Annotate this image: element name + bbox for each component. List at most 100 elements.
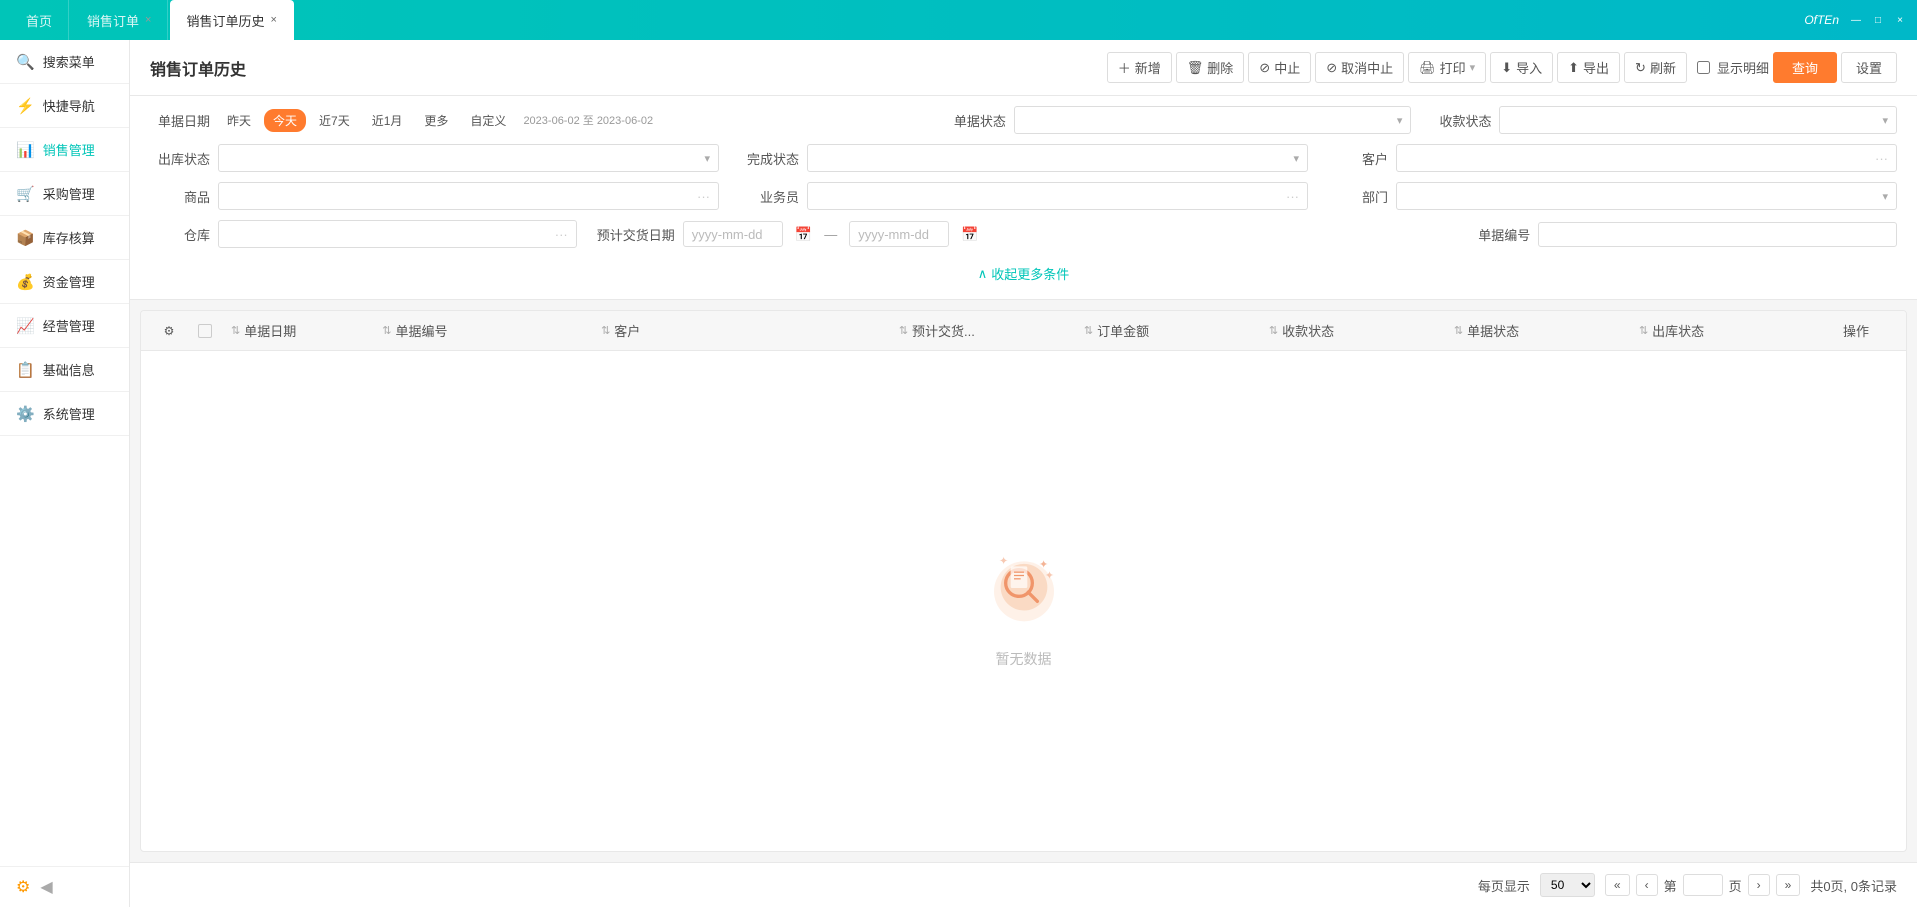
sidebar-item-sys-mgmt[interactable]: ⚙️ 系统管理 bbox=[0, 392, 129, 436]
tab-home[interactable]: 首页 bbox=[10, 0, 69, 40]
tab-sales-order-close[interactable]: × bbox=[145, 14, 151, 26]
delivery-date-from[interactable]: yyyy-mm-dd bbox=[683, 221, 783, 247]
tab-sales-history[interactable]: 销售订单历史 × bbox=[170, 0, 293, 40]
sidebar-item-purchase-mgmt[interactable]: 🛒 采购管理 bbox=[0, 172, 129, 216]
th-amount[interactable]: ⇅ 订单金额 bbox=[1076, 321, 1261, 340]
date-tag-1month[interactable]: 近1月 bbox=[363, 109, 412, 132]
often-label: OfTEn bbox=[1804, 13, 1839, 27]
th-delivery[interactable]: ⇅ 预计交货... bbox=[891, 321, 1076, 340]
order-status-select[interactable]: ▾ bbox=[1014, 106, 1412, 134]
filter-row-1: 单据日期 昨天 今天 近7天 近1月 更多 自定义 2023-06-02 至 2… bbox=[150, 106, 1897, 134]
product-select[interactable]: ··· bbox=[218, 182, 719, 210]
print-icon: 🖨 bbox=[1419, 60, 1436, 76]
import-btn[interactable]: ⬇ 导入 bbox=[1490, 52, 1553, 83]
ship-status-chevron-icon: ▾ bbox=[704, 152, 710, 165]
complete-status-label: 完成状态 bbox=[739, 149, 799, 168]
new-btn[interactable]: ＋ 新增 bbox=[1107, 52, 1172, 83]
sort-ship-status-icon: ⇅ bbox=[1639, 324, 1648, 337]
jump-suffix: 页 bbox=[1729, 876, 1742, 895]
export-btn[interactable]: ⬆ 导出 bbox=[1557, 52, 1620, 83]
main-layout: 🔍 搜索菜单 ⚡ 快捷导航 📊 销售管理 🛒 采购管理 📦 库存核算 💰 资金管… bbox=[0, 40, 1917, 907]
date-tag-7days[interactable]: 近7天 bbox=[310, 109, 359, 132]
date-tag-today[interactable]: 今天 bbox=[264, 109, 306, 132]
th-customer-label: 客户 bbox=[614, 321, 640, 340]
quick-nav-icon: ⚡ bbox=[16, 97, 35, 115]
collapse-sidebar-icon[interactable]: ◀ bbox=[40, 877, 52, 897]
window-maximize-btn[interactable]: □ bbox=[1871, 13, 1885, 27]
th-checkbox[interactable] bbox=[187, 324, 223, 338]
sidebar-item-operations[interactable]: 📈 经营管理 bbox=[0, 304, 129, 348]
calendar-to-icon[interactable]: 📅 bbox=[961, 226, 978, 243]
warehouse-select[interactable]: ··· bbox=[218, 220, 577, 248]
sort-customer-icon: ⇅ bbox=[601, 324, 610, 337]
settings-bottom-icon[interactable]: ⚙ bbox=[16, 877, 30, 897]
display-detail-label: 显示明细 bbox=[1717, 58, 1769, 77]
stop-btn[interactable]: ⊘ 中止 bbox=[1248, 52, 1311, 83]
ship-status-label: 出库状态 bbox=[150, 149, 210, 168]
th-ship-status[interactable]: ⇅ 出库状态 bbox=[1631, 321, 1816, 340]
date-tag-custom[interactable]: 自定义 bbox=[461, 109, 515, 132]
date-range-text: 2023-06-02 至 2023-06-02 bbox=[523, 112, 653, 128]
tab-sales-history-close[interactable]: × bbox=[270, 14, 276, 26]
th-date[interactable]: ⇅ 单据日期 bbox=[223, 321, 374, 340]
svg-text:✦: ✦ bbox=[999, 556, 1008, 568]
th-pay-status[interactable]: ⇅ 收款状态 bbox=[1261, 321, 1446, 340]
export-icon: ⬆ bbox=[1568, 60, 1579, 76]
th-settings[interactable]: ⚙ bbox=[151, 324, 187, 338]
tab-sales-order[interactable]: 销售订单 × bbox=[71, 0, 168, 40]
operations-icon: 📈 bbox=[16, 317, 35, 335]
order-no-input[interactable] bbox=[1538, 222, 1897, 247]
date-tag-more[interactable]: 更多 bbox=[415, 109, 457, 132]
payment-status-select[interactable]: ▾ bbox=[1499, 106, 1897, 134]
print-btn[interactable]: 🖨 打印 ▾ bbox=[1408, 52, 1486, 83]
th-order-status[interactable]: ⇅ 单据状态 bbox=[1446, 321, 1631, 340]
setting-btn[interactable]: 设置 bbox=[1841, 52, 1897, 83]
sidebar-item-finance[interactable]: 💰 资金管理 bbox=[0, 260, 129, 304]
filter-complete-status-item: 完成状态 ▾ bbox=[739, 144, 1308, 172]
sidebar-item-base-info-label: 基础信息 bbox=[43, 360, 95, 379]
sidebar-item-quick-nav[interactable]: ⚡ 快捷导航 bbox=[0, 84, 129, 128]
ship-status-select[interactable]: ▾ bbox=[218, 144, 719, 172]
sidebar-item-search-menu[interactable]: 🔍 搜索菜单 bbox=[0, 40, 129, 84]
per-page-select[interactable]: 10 20 50 100 bbox=[1540, 873, 1595, 897]
first-page-btn[interactable]: « bbox=[1605, 874, 1630, 896]
customer-select[interactable]: ··· bbox=[1396, 144, 1897, 172]
display-detail-checkbox-label[interactable]: 显示明细 bbox=[1697, 58, 1769, 77]
header-checkbox[interactable] bbox=[198, 324, 212, 338]
pagination: « ‹ 第 1 页 › » bbox=[1605, 874, 1800, 896]
display-detail-checkbox[interactable] bbox=[1697, 61, 1710, 74]
sidebar-item-inventory[interactable]: 📦 库存核算 bbox=[0, 216, 129, 260]
complete-status-select[interactable]: ▾ bbox=[807, 144, 1308, 172]
empty-illustration: ✦ ✦ ✦ bbox=[974, 533, 1074, 633]
th-number[interactable]: ⇅ 单据编号 bbox=[374, 321, 593, 340]
stop-icon: ⊘ bbox=[1259, 60, 1270, 76]
sales-mgmt-icon: 📊 bbox=[16, 141, 35, 159]
table-header: ⚙ ⇅ 单据日期 ⇅ 单据编号 ⇅ 客户 ⇅ 预计交货. bbox=[141, 311, 1906, 351]
cancel-stop-btn[interactable]: ⊘ 取消中止 bbox=[1315, 52, 1404, 83]
date-filter-label: 单据日期 bbox=[150, 111, 210, 130]
next-page-btn[interactable]: › bbox=[1748, 874, 1770, 896]
query-btn[interactable]: 查询 bbox=[1773, 52, 1837, 83]
sidebar-item-quick-nav-label: 快捷导航 bbox=[43, 96, 95, 115]
calendar-from-icon[interactable]: 📅 bbox=[795, 226, 812, 243]
refresh-btn[interactable]: ↻ 刷新 bbox=[1624, 52, 1687, 83]
last-page-btn[interactable]: » bbox=[1776, 874, 1801, 896]
salesperson-select[interactable]: ··· bbox=[807, 182, 1308, 210]
collapse-more-btn[interactable]: ∧ 收起更多条件 bbox=[150, 258, 1897, 289]
table-wrapper: ⚙ ⇅ 单据日期 ⇅ 单据编号 ⇅ 客户 ⇅ 预计交货. bbox=[140, 310, 1907, 852]
delivery-date-to[interactable]: yyyy-mm-dd bbox=[849, 221, 949, 247]
window-close-btn[interactable]: × bbox=[1893, 13, 1907, 27]
page-input[interactable]: 1 bbox=[1683, 874, 1723, 896]
window-minimize-btn[interactable]: — bbox=[1849, 13, 1863, 27]
date-tag-yesterday[interactable]: 昨天 bbox=[218, 109, 260, 132]
filter-salesperson-item: 业务员 ··· bbox=[739, 182, 1308, 210]
delete-btn[interactable]: 🗑 删除 bbox=[1176, 52, 1245, 83]
department-chevron-icon: ▾ bbox=[1882, 190, 1888, 203]
th-pay-status-label: 收款状态 bbox=[1282, 321, 1334, 340]
filter-department-item: 部门 ▾ bbox=[1328, 182, 1897, 210]
th-customer[interactable]: ⇅ 客户 bbox=[593, 321, 891, 340]
sidebar-item-base-info[interactable]: 📋 基础信息 bbox=[0, 348, 129, 392]
prev-page-btn[interactable]: ‹ bbox=[1636, 874, 1658, 896]
sidebar-item-sales-mgmt[interactable]: 📊 销售管理 bbox=[0, 128, 129, 172]
department-select[interactable]: ▾ bbox=[1396, 182, 1897, 210]
